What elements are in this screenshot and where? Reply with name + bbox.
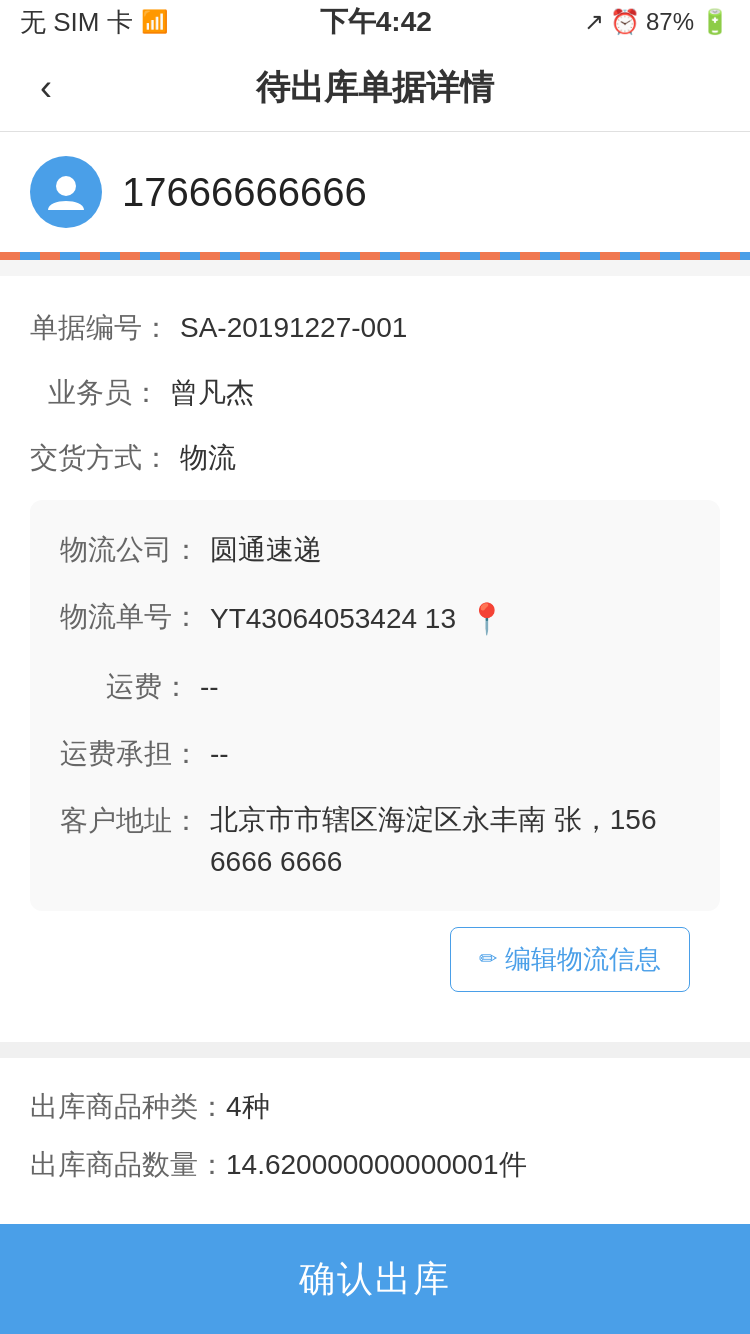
goods-types-row: 出库商品种类： 4种	[30, 1088, 720, 1126]
edit-logistics-button[interactable]: ✏ 编辑物流信息	[450, 927, 690, 992]
section-divider	[0, 1042, 750, 1058]
goods-types-label: 出库商品种类：	[30, 1088, 226, 1126]
logistics-company-value: 圆通速递	[210, 528, 690, 573]
address-value: 北京市市辖区海淀区永丰南 张，156 6666 6666	[210, 799, 690, 883]
customer-phone: 17666666666	[122, 170, 367, 215]
delivery-row: 交货方式： 物流	[30, 436, 720, 481]
tracking-number: YT43064053424 13	[210, 597, 456, 642]
goods-quantity-row: 出库商品数量： 14.620000000000001件	[30, 1146, 720, 1184]
order-no-row: 单据编号： SA-20191227-001	[30, 306, 720, 351]
goods-section: 出库商品种类： 4种 出库商品数量： 14.620000000000001件	[0, 1058, 750, 1214]
logistics-company-row: 物流公司： 圆通速递	[60, 528, 690, 573]
status-bar: 无 SIM 卡 📶 下午4:42 ↗ ⏰ 87% 🔋	[0, 0, 750, 44]
delivery-label: 交货方式：	[30, 436, 180, 481]
edit-logistics-label: 编辑物流信息	[505, 942, 661, 977]
salesman-row: 业务员： 曾凡杰	[30, 371, 720, 416]
nav-bar: ‹ 待出库单据详情	[0, 44, 750, 132]
bearer-value: --	[210, 732, 690, 777]
status-left: 无 SIM 卡 📶	[20, 5, 168, 40]
status-time: 下午4:42	[320, 3, 432, 41]
carrier-label: 无 SIM 卡	[20, 5, 133, 40]
freight-value: --	[200, 665, 690, 710]
battery-icon: 🔋	[700, 8, 730, 36]
avatar-icon	[44, 170, 88, 214]
confirm-button-bar[interactable]: 确认出库	[0, 1224, 750, 1334]
address-label: 客户地址：	[60, 799, 210, 844]
location-status-icon: ↗	[584, 8, 604, 36]
edit-logistics-btn-wrap: ✏ 编辑物流信息	[30, 927, 720, 1012]
salesman-value: 曾凡杰	[170, 371, 720, 416]
battery-label: 87%	[646, 8, 694, 36]
confirm-btn-text: 确认出库	[299, 1255, 451, 1304]
customer-header: 17666666666	[0, 132, 750, 252]
address-row: 客户地址： 北京市市辖区海淀区永丰南 张，156 6666 6666	[60, 799, 690, 883]
tracking-label: 物流单号：	[60, 595, 210, 640]
tracking-value: YT43064053424 13 📍	[210, 595, 690, 643]
delivery-value: 物流	[180, 436, 720, 481]
order-info-section: 单据编号： SA-20191227-001 业务员： 曾凡杰 交货方式： 物流 …	[0, 276, 750, 1042]
order-no-value: SA-20191227-001	[180, 306, 720, 351]
svg-point-0	[56, 176, 76, 196]
avatar	[30, 156, 102, 228]
tracking-location-icon[interactable]: 📍	[468, 595, 505, 643]
goods-types-value: 4种	[226, 1088, 270, 1126]
goods-quantity-value: 14.620000000000001件	[226, 1146, 527, 1184]
tracking-row: 物流单号： YT43064053424 13 📍	[60, 595, 690, 643]
logistics-company-label: 物流公司：	[60, 528, 210, 573]
order-no-label: 单据编号：	[30, 306, 180, 351]
edit-icon: ✏	[479, 946, 497, 972]
dashed-divider	[0, 252, 750, 260]
freight-label: 运费：	[60, 665, 200, 710]
salesman-label: 业务员：	[30, 371, 170, 416]
page-title: 待出库单据详情	[256, 65, 494, 111]
logistics-card: 物流公司： 圆通速递 物流单号： YT43064053424 13 📍 运费： …	[30, 500, 720, 910]
goods-quantity-label: 出库商品数量：	[30, 1146, 226, 1184]
alarm-icon: ⏰	[610, 8, 640, 36]
freight-row: 运费： --	[60, 665, 690, 710]
wifi-icon: 📶	[141, 9, 168, 35]
bearer-label: 运费承担：	[60, 732, 210, 777]
status-right: ↗ ⏰ 87% 🔋	[584, 8, 730, 36]
back-button[interactable]: ‹	[30, 57, 62, 119]
bearer-row: 运费承担： --	[60, 732, 690, 777]
